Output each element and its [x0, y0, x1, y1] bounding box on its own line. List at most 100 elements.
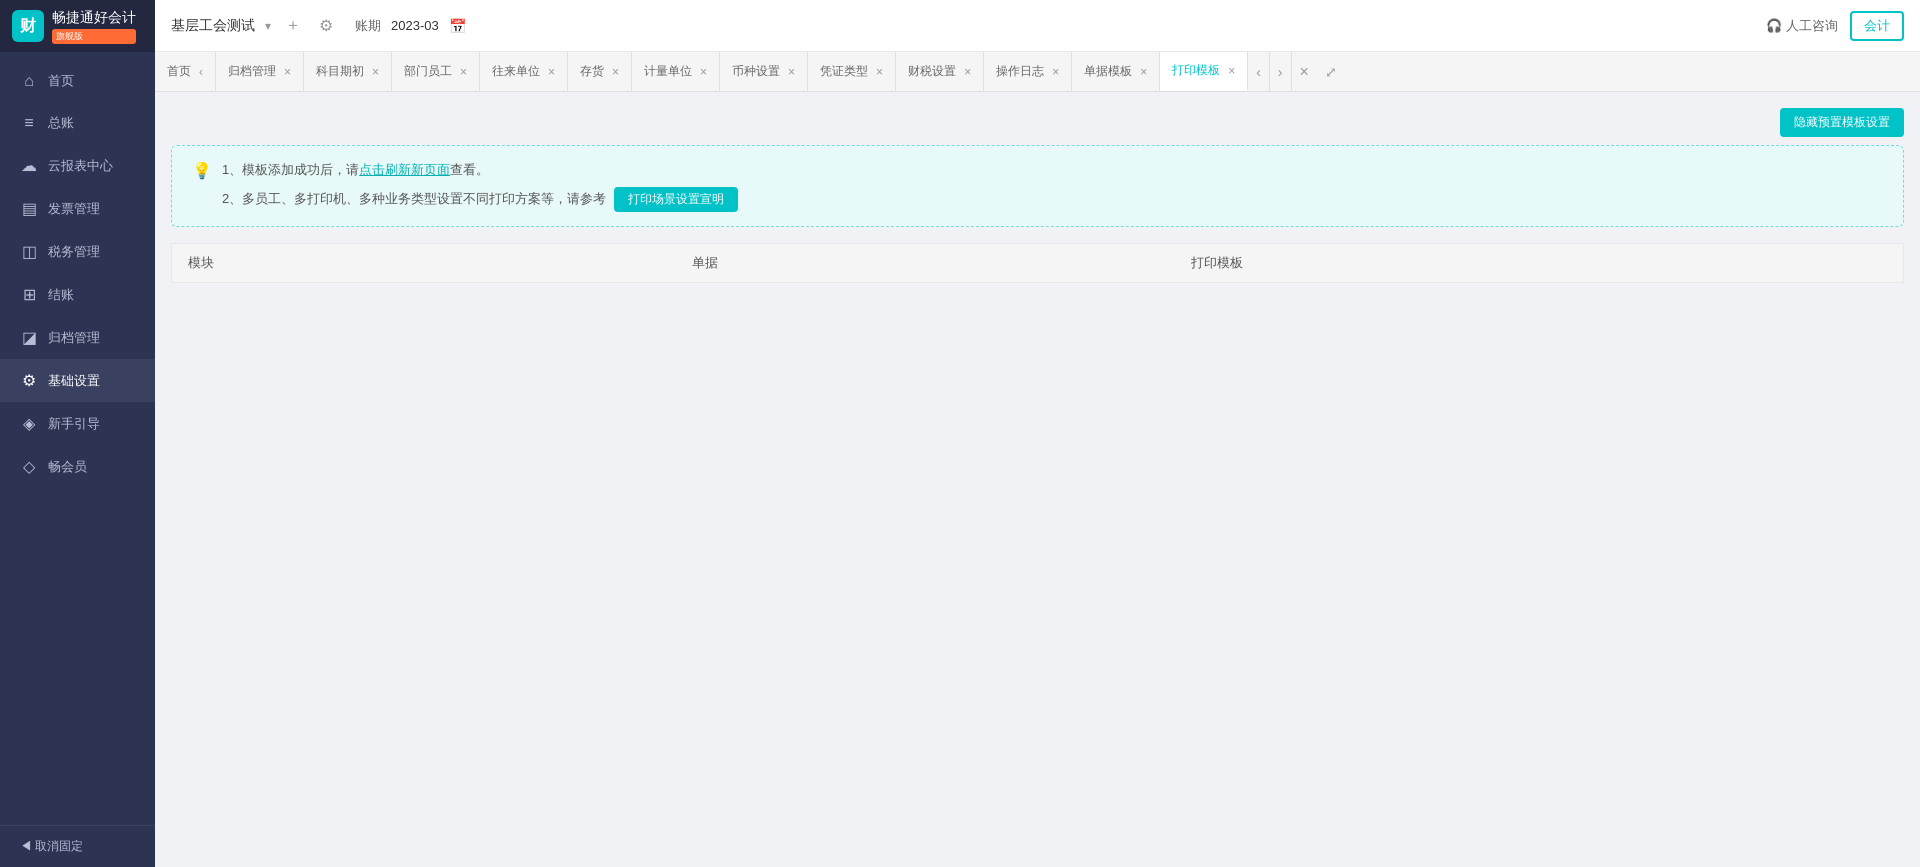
kuaiji-button[interactable]: 会计: [1850, 11, 1904, 41]
tab-print-template-close[interactable]: ×: [1228, 64, 1235, 78]
sidebar-item-closing[interactable]: ⊞ 结账: [0, 273, 155, 316]
tab-single-doc-label: 单据模板: [1084, 63, 1132, 80]
explain-button[interactable]: 打印场景设置宣明: [614, 187, 738, 212]
calendar-icon[interactable]: 📅: [449, 18, 466, 34]
tax-icon: ◫: [20, 242, 38, 261]
tab-unit-label: 计量单位: [644, 63, 692, 80]
table-header: 模块 单据 打印模板: [172, 243, 1904, 282]
sidebar-item-reports-label: 云报表中心: [48, 157, 113, 175]
tab-single-doc[interactable]: 单据模板 ×: [1072, 52, 1160, 91]
tab-currency[interactable]: 币种设置 ×: [720, 52, 808, 91]
tab-subject-close[interactable]: ×: [372, 65, 379, 79]
settings-icon: ⚙: [20, 371, 38, 390]
tab-currency-label: 币种设置: [732, 63, 780, 80]
col-module: 模块: [172, 243, 676, 282]
notice-refresh-link[interactable]: 点击刷新新页面: [359, 162, 450, 177]
tab-tax-settings-close[interactable]: ×: [964, 65, 971, 79]
tab-inventory-close[interactable]: ×: [612, 65, 619, 79]
action-bar: 隐藏预置模板设置: [171, 108, 1904, 137]
tab-prev-button[interactable]: ‹: [1248, 52, 1270, 91]
tab-operation-log-label: 操作日志: [996, 63, 1044, 80]
period-value: 2023-03: [391, 18, 439, 33]
app-name: 畅捷通好会计: [52, 8, 136, 26]
tab-voucher-type-close[interactable]: ×: [876, 65, 883, 79]
tab-archive-mgmt-close[interactable]: ×: [284, 65, 291, 79]
tab-inventory[interactable]: 存货 ×: [568, 52, 632, 91]
sidebar-item-settings[interactable]: ⚙ 基础设置: [0, 359, 155, 402]
guide-icon: ◈: [20, 414, 38, 433]
sidebar-item-tax-label: 税务管理: [48, 243, 100, 261]
tab-home-label: 首页: [167, 63, 191, 80]
unpin-button[interactable]: ◀ 取消固定: [0, 825, 155, 867]
tab-subject[interactable]: 科目期初 ×: [304, 52, 392, 91]
tab-next-button[interactable]: ›: [1270, 52, 1292, 91]
table-header-row: 模块 单据 打印模板: [172, 243, 1904, 282]
sidebar-item-ledger[interactable]: ≡ 总账: [0, 102, 155, 144]
notice-line2-prefix: 2、多员工、多打印机、多种业务类型设置不同打印方案等，请参考: [222, 190, 606, 208]
sidebar-item-home[interactable]: ⌂ 首页: [0, 60, 155, 102]
tab-unit[interactable]: 计量单位 ×: [632, 52, 720, 91]
topbar: 基层工会测试 ▾ ＋ ⚙ 账期 2023-03 📅 🎧 人工咨询 会计: [155, 0, 1920, 52]
sidebar-item-invoice[interactable]: ▤ 发票管理: [0, 187, 155, 230]
tab-maximize-button[interactable]: ⤢: [1317, 52, 1345, 91]
tab-operation-log-close[interactable]: ×: [1052, 65, 1059, 79]
logo-icon: 财: [12, 10, 44, 42]
sidebar-item-guide[interactable]: ◈ 新手引导: [0, 402, 155, 445]
sidebar-item-settings-label: 基础设置: [48, 372, 100, 390]
tab-tax-settings[interactable]: 财税设置 ×: [896, 52, 984, 91]
tab-vendor[interactable]: 往来单位 ×: [480, 52, 568, 91]
col-print-template: 打印模板: [1175, 243, 1903, 282]
notice-box: 💡 1、模板添加成功后，请点击刷新新页面查看。 2、多员工、多打印机、多种业务类…: [171, 145, 1904, 227]
edition-badge: 旗舰版: [52, 29, 136, 44]
human-service-button[interactable]: 🎧 人工咨询: [1766, 17, 1838, 35]
topbar-right: 🎧 人工咨询 会计: [1766, 11, 1904, 41]
tab-dept-close[interactable]: ×: [460, 65, 467, 79]
tab-print-template[interactable]: 打印模板 ×: [1160, 52, 1248, 91]
tab-voucher-type-label: 凭证类型: [820, 63, 868, 80]
company-dropdown-arrow[interactable]: ▾: [265, 19, 271, 33]
notice-row-1: 💡 1、模板添加成功后，请点击刷新新页面查看。 2、多员工、多打印机、多种业务类…: [192, 160, 1883, 212]
tab-home[interactable]: 首页 ‹: [155, 52, 216, 91]
tab-archive-mgmt[interactable]: 归档管理 ×: [216, 52, 304, 91]
tab-single-doc-close[interactable]: ×: [1140, 65, 1147, 79]
sidebar-item-home-label: 首页: [48, 72, 74, 90]
tab-currency-close[interactable]: ×: [788, 65, 795, 79]
sidebar-item-vip-label: 畅会员: [48, 458, 87, 476]
vip-icon: ◇: [20, 457, 38, 476]
notice-line1-prefix: 1、模板添加成功后，请: [222, 162, 359, 177]
tab-operation-log[interactable]: 操作日志 ×: [984, 52, 1072, 91]
sidebar-item-archive-label: 归档管理: [48, 329, 100, 347]
tab-inventory-label: 存货: [580, 63, 604, 80]
invoice-icon: ▤: [20, 199, 38, 218]
headset-icon: 🎧: [1766, 18, 1782, 33]
tab-dept-label: 部门员工: [404, 63, 452, 80]
sidebar-item-invoice-label: 发票管理: [48, 200, 100, 218]
tab-setting-button[interactable]: ⚙: [315, 16, 337, 35]
sidebar-item-reports[interactable]: ☁ 云报表中心: [0, 144, 155, 187]
sidebar-item-guide-label: 新手引导: [48, 415, 100, 433]
add-tab-button[interactable]: ＋: [281, 15, 305, 36]
tab-home-back[interactable]: ‹: [199, 65, 203, 79]
tab-subject-label: 科目期初: [316, 63, 364, 80]
print-template-table: 模块 单据 打印模板: [171, 243, 1904, 283]
tab-vendor-close[interactable]: ×: [548, 65, 555, 79]
tab-voucher-type[interactable]: 凭证类型 ×: [808, 52, 896, 91]
tab-dept[interactable]: 部门员工 ×: [392, 52, 480, 91]
notice-text-group: 1、模板添加成功后，请点击刷新新页面查看。 2、多员工、多打印机、多种业务类型设…: [222, 160, 738, 212]
home-icon: ⌂: [20, 72, 38, 90]
hide-preview-button[interactable]: 隐藏预置模板设置: [1780, 108, 1904, 137]
tab-close-all-button[interactable]: ×: [1292, 52, 1317, 91]
logo-text-group: 畅捷通好会计 旗舰版: [52, 8, 136, 43]
main-area: 基层工会测试 ▾ ＋ ⚙ 账期 2023-03 📅 🎧 人工咨询 会计 首页 ‹…: [155, 0, 1920, 867]
sidebar-item-vip[interactable]: ◇ 畅会员: [0, 445, 155, 488]
tab-vendor-label: 往来单位: [492, 63, 540, 80]
sidebar-item-tax[interactable]: ◫ 税务管理: [0, 230, 155, 273]
sidebar-logo: 财 畅捷通好会计 旗舰版: [0, 0, 155, 52]
closing-icon: ⊞: [20, 285, 38, 304]
lightbulb-icon: 💡: [192, 161, 212, 180]
content-area: 隐藏预置模板设置 💡 1、模板添加成功后，请点击刷新新页面查看。 2、多员工、多…: [155, 92, 1920, 867]
notice-line-2: 2、多员工、多打印机、多种业务类型设置不同打印方案等，请参考 打印场景设置宣明: [222, 187, 738, 212]
sidebar-item-archive[interactable]: ◪ 归档管理: [0, 316, 155, 359]
ledger-icon: ≡: [20, 114, 38, 132]
tab-unit-close[interactable]: ×: [700, 65, 707, 79]
